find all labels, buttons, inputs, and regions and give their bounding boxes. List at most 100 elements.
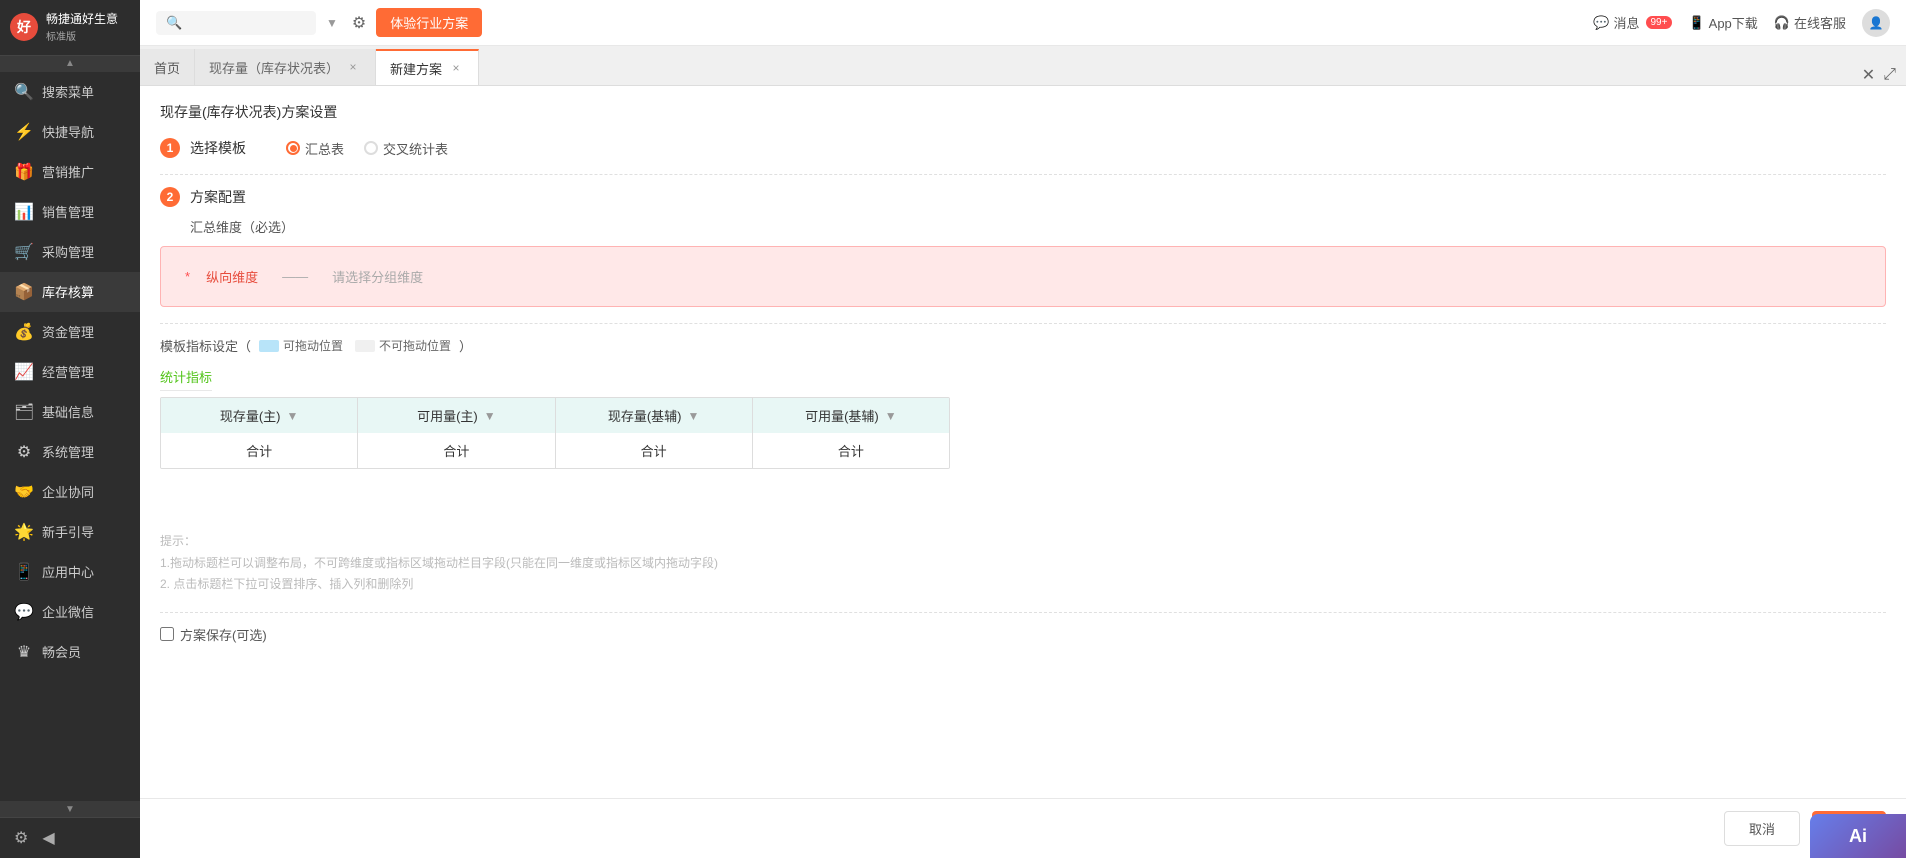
sidebar-item-operations-label: 经营管理 [42, 362, 94, 381]
stats-col-3-dropdown-icon[interactable]: ▼ [688, 409, 700, 423]
finance-icon: 💰 [14, 322, 34, 342]
online-service-item[interactable]: 🎧 在线客服 [1774, 13, 1846, 32]
sidebar-item-purchase[interactable]: 🛒 采购管理 [0, 232, 140, 272]
sidebar-item-marketing[interactable]: 🎁 营销推广 [0, 152, 140, 192]
stats-col-1-label: 现存量(主) [220, 406, 281, 425]
sidebar-item-enterprise-collab-label: 企业协同 [42, 482, 94, 501]
save-label: 方案保存(可选) [180, 625, 267, 644]
radio-summary[interactable] [286, 141, 300, 155]
stats-col-1-dropdown-icon[interactable]: ▼ [287, 409, 299, 423]
scroll-up-area[interactable]: ▲ [0, 56, 140, 72]
tab-expand-icon[interactable]: ⤢ [1883, 66, 1896, 84]
sidebar-item-operations[interactable]: 📈 经营管理 [0, 352, 140, 392]
cancel-button[interactable]: 取消 [1724, 811, 1800, 846]
sidebar-item-new-guide[interactable]: 🌟 新手引导 [0, 512, 140, 552]
tips-section: 提示： 1.拖动标题栏可以调整布局，不可跨维度或指标区域拖动栏目字段(只能在同一… [160, 531, 1886, 596]
messages-icon: 💬 [1593, 15, 1609, 31]
marketing-icon: 🎁 [14, 162, 34, 182]
stats-col-4-label: 可用量(基辅) [805, 406, 879, 425]
sidebar-item-system[interactable]: ⚙ 系统管理 [0, 432, 140, 472]
scroll-down-area[interactable]: ▼ [0, 801, 140, 817]
not-draggable-legend: 不可拖动位置 [355, 337, 451, 354]
sidebar-item-quick-nav[interactable]: ⚡ 快捷导航 [0, 112, 140, 152]
sidebar-item-vip-label: 畅会员 [42, 642, 81, 661]
sidebar-item-finance[interactable]: 💰 资金管理 [0, 312, 140, 352]
topbar-gear-icon[interactable]: ⚙ [352, 13, 366, 33]
bottom-bar: 取消 查询 [140, 798, 1906, 858]
sidebar-item-system-label: 系统管理 [42, 442, 94, 461]
content-area: 现存量(库存状况表)方案设置 1 选择模板 汇总表 交叉统计表 [140, 86, 1906, 798]
stats-col-4-header[interactable]: 可用量(基辅) ▼ [753, 398, 949, 433]
new-guide-icon: 🌟 [14, 522, 34, 542]
draggable-legend: 可拖动位置 [259, 337, 343, 354]
messages-item[interactable]: 💬 消息 99+ [1593, 13, 1672, 32]
sidebar-item-sales[interactable]: 📊 销售管理 [0, 192, 140, 232]
sidebar-item-enterprise-collab[interactable]: 🤝 企业协同 [0, 472, 140, 512]
operations-icon: 📈 [14, 362, 34, 382]
dimension-area[interactable]: * 纵向维度 —— 请选择分组维度 [160, 246, 1886, 307]
tab-inventory-status-label: 现存量（库存状况表） [209, 58, 339, 77]
messages-badge: 99+ [1646, 16, 1673, 29]
sidebar-item-purchase-label: 采购管理 [42, 242, 94, 261]
ai-badge[interactable]: Ai [1810, 814, 1906, 858]
sidebar-item-enterprise-wechat[interactable]: 💬 企业微信 [0, 592, 140, 632]
save-checkbox[interactable] [160, 627, 174, 641]
sidebar-item-basic-info[interactable]: 🗂 基础信息 [0, 392, 140, 432]
template-options: 汇总表 交叉统计表 [286, 139, 448, 158]
tab-inventory-status[interactable]: 现存量（库存状况表） × [195, 49, 376, 85]
messages-label: 消息 [1613, 13, 1639, 32]
stats-col-2-dropdown-icon[interactable]: ▼ [484, 409, 496, 423]
enterprise-wechat-icon: 💬 [14, 602, 34, 622]
dim-required-star: * [185, 269, 190, 284]
sidebar-item-marketing-label: 营销推广 [42, 162, 94, 181]
inventory-icon: 📦 [14, 282, 34, 302]
collapse-icon[interactable]: ◀ [42, 828, 54, 848]
sidebar-item-vip[interactable]: ♛ 畅会员 [0, 632, 140, 672]
app-download-item[interactable]: 📱 App下载 [1688, 13, 1757, 32]
topbar-search-input[interactable] [188, 16, 268, 30]
empty-space [160, 481, 1886, 521]
topbar-chevron-icon[interactable]: ▼ [326, 16, 338, 30]
template-option-summary[interactable]: 汇总表 [286, 139, 344, 158]
sidebar-item-app-center-label: 应用中心 [42, 562, 94, 581]
tab-close-window-icon[interactable]: ✕ [1862, 65, 1875, 85]
not-draggable-box [355, 340, 375, 352]
enterprise-collab-icon: 🤝 [14, 482, 34, 502]
sidebar-item-search[interactable]: 🔍 搜索菜单 [0, 72, 140, 112]
not-draggable-label: 不可拖动位置 [379, 337, 451, 354]
tab-new-scheme-label: 新建方案 [390, 59, 442, 78]
app-logo-icon: 好 [10, 13, 38, 41]
indicator-settings: 模板指标设定（ 可拖动位置 不可拖动位置 ） [160, 336, 1886, 355]
stats-cell-1-3: 合计 [556, 433, 753, 468]
stats-col-4-dropdown-icon[interactable]: ▼ [885, 409, 897, 423]
radio-cross[interactable] [364, 141, 378, 155]
search-icon: 🔍 [14, 82, 34, 102]
settings-icon[interactable]: ⚙ [14, 828, 28, 848]
stats-col-1-header[interactable]: 现存量(主) ▼ [161, 398, 358, 433]
tab-new-scheme[interactable]: 新建方案 × [376, 49, 479, 85]
stats-table: 现存量(主) ▼ 可用量(主) ▼ 现存量(基辅) ▼ [160, 397, 950, 469]
headset-icon: 🎧 [1774, 15, 1790, 31]
tab-home[interactable]: 首页 [140, 49, 195, 85]
stats-col-3-header[interactable]: 现存量(基辅) ▼ [556, 398, 753, 433]
draggable-box [259, 340, 279, 352]
sidebar-item-inventory[interactable]: 📦 库存核算 [0, 272, 140, 312]
step1-badge: 1 [160, 138, 180, 158]
stats-table-row-1: 合计 合计 合计 合计 [161, 433, 949, 468]
tab-inventory-status-close[interactable]: × [345, 59, 361, 75]
stats-col-2-label: 可用量(主) [417, 406, 478, 425]
content-divider [160, 612, 1886, 613]
topbar-search-box[interactable]: 🔍 [156, 11, 316, 35]
ai-badge-label: Ai [1849, 826, 1867, 847]
app-download-label: App下载 [1709, 13, 1758, 32]
draggable-label: 可拖动位置 [283, 337, 343, 354]
stats-col-2-header[interactable]: 可用量(主) ▼ [358, 398, 555, 433]
template-option-cross[interactable]: 交叉统计表 [364, 139, 448, 158]
dim-placeholder: 请选择分组维度 [332, 267, 423, 286]
tab-new-scheme-close[interactable]: × [448, 60, 464, 76]
trial-button[interactable]: 体验行业方案 [376, 8, 482, 37]
app-name-block: 畅捷通好生意 标准版 [46, 12, 118, 43]
user-avatar[interactable]: 👤 [1862, 9, 1890, 37]
sidebar-item-app-center[interactable]: 📱 应用中心 [0, 552, 140, 592]
sidebar-item-enterprise-wechat-label: 企业微信 [42, 602, 94, 621]
